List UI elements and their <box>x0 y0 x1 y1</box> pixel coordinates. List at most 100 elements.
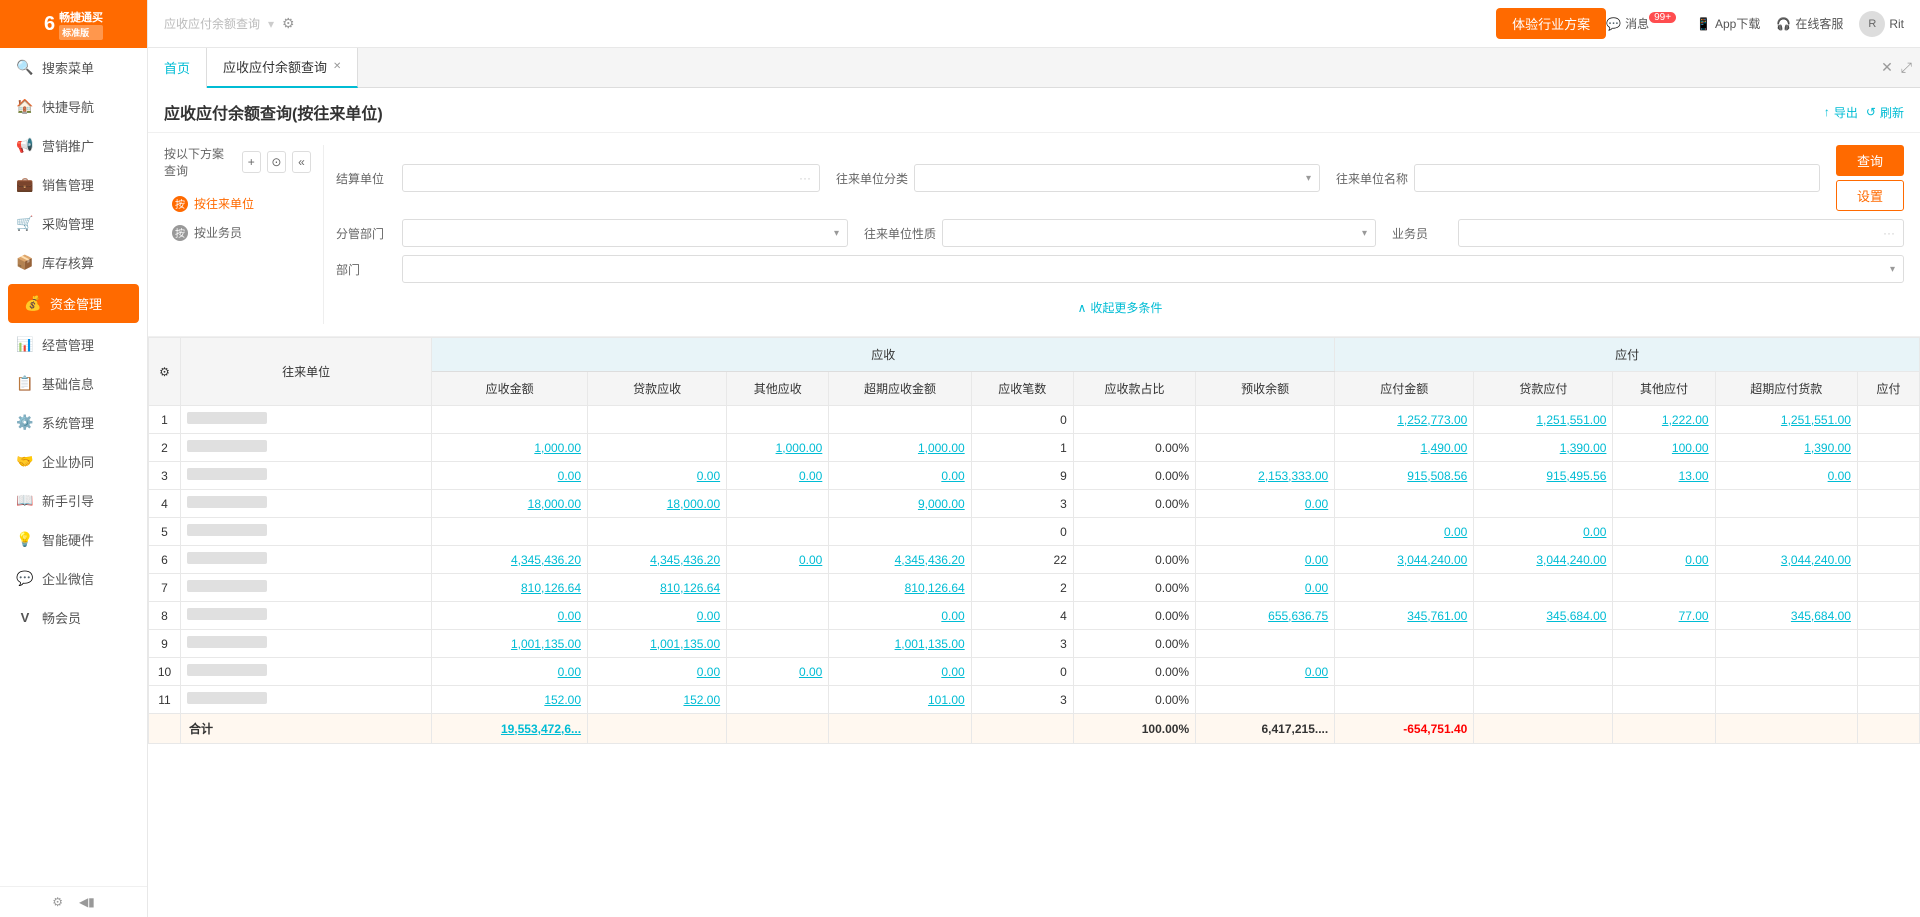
cell-其他应付 <box>1613 518 1715 546</box>
target-filter-btn[interactable]: ⊙ <box>267 151 286 173</box>
sidebar-item-label: 快捷导航 <box>42 97 94 116</box>
filter-input-salesman[interactable]: ··· <box>1458 219 1904 247</box>
sidebar-item-vip[interactable]: V 畅会员 <box>0 598 147 637</box>
cell-应收款占比 <box>1073 518 1195 546</box>
cell-company-name <box>181 462 432 490</box>
cell-贷款应付 <box>1474 658 1613 686</box>
cell-company-name <box>181 518 432 546</box>
cell-company-name <box>181 490 432 518</box>
cell-预收余额: 0.00 <box>1196 490 1335 518</box>
purchase-icon: 🛒 <box>16 215 34 232</box>
table-footer: 合计 19,553,472,6... 100.00% 6,417,215....… <box>149 714 1920 744</box>
filter-item-salesman: 业务员 ··· <box>1392 219 1904 247</box>
cell-extra <box>1857 546 1919 574</box>
cell-贷款应收: 810,126.64 <box>588 574 727 602</box>
collapse-btn[interactable]: ∧ 收起更多条件 <box>1078 295 1163 320</box>
sidebar-item-inventory[interactable]: 📦 库存核算 <box>0 243 147 282</box>
cell-应付金额 <box>1335 658 1474 686</box>
cell-应付金额: 1,252,773.00 <box>1335 406 1474 434</box>
sidebar-item-quicknav[interactable]: 🏠 快捷导航 <box>0 87 147 126</box>
app-download-btn[interactable]: 📱 App下载 <box>1696 15 1760 32</box>
messages-btn[interactable]: 💬 消息 99+ <box>1606 15 1680 32</box>
sidebar-item-sales[interactable]: 💼 销售管理 <box>0 165 147 204</box>
tab-close-icon[interactable]: ✕ <box>333 61 341 72</box>
th-group-payable: 应付 <box>1335 338 1920 372</box>
cell-超期应收金额: 0.00 <box>829 462 971 490</box>
collapse-icon[interactable]: ◀▮ <box>79 895 95 909</box>
filter-label-dept2: 部门 <box>336 261 396 278</box>
sidebar-item-marketing[interactable]: 📢 营销推广 <box>0 126 147 165</box>
tab-home[interactable]: 首页 <box>148 48 207 88</box>
cell-其他应付: 100.00 <box>1613 434 1715 462</box>
top-bar-left: 应收应付余额查询 ▾ ⚙ <box>164 15 1496 32</box>
settings-bottom-icon[interactable]: ⚙ <box>52 895 63 909</box>
sidebar-item-hardware[interactable]: 💡 智能硬件 <box>0 520 147 559</box>
collapse-label: 收起更多条件 <box>1090 299 1162 316</box>
cell-预收余额 <box>1196 434 1335 462</box>
cell-row-num: 11 <box>149 686 181 714</box>
tab-expand-btn[interactable]: ⤢ <box>1901 59 1912 76</box>
filter-dots-salesman: ··· <box>1883 226 1895 240</box>
settings-icon[interactable]: ⚙ <box>282 15 295 32</box>
table-row: 101,252,773.001,251,551.001,222.001,251,… <box>149 406 1920 434</box>
refresh-btn[interactable]: ↺ 刷新 <box>1866 104 1904 121</box>
collab-icon: 🤝 <box>16 453 34 470</box>
cell-其他应收: 0.00 <box>727 462 829 490</box>
export-btn[interactable]: ↑ 导出 <box>1824 104 1858 121</box>
filter-input-nature[interactable]: ▾ <box>942 219 1376 247</box>
cell-其他应付 <box>1613 658 1715 686</box>
collapse-filter-btn[interactable]: « <box>292 151 311 173</box>
sidebar-item-purchase[interactable]: 🛒 采购管理 <box>0 204 147 243</box>
scheme-item-salesman[interactable]: 按 按业务员 <box>164 218 311 247</box>
trial-btn[interactable]: 体验行业方案 <box>1496 8 1606 39</box>
footer-label: 合计 <box>181 714 432 744</box>
sidebar-item-basic[interactable]: 📋 基础信息 <box>0 364 147 403</box>
sidebar-item-finance[interactable]: 💰 资金管理 <box>8 284 139 323</box>
scheme-item-company[interactable]: 按 按往来单位 <box>164 189 311 218</box>
add-filter-btn[interactable]: + <box>242 151 261 173</box>
cell-超期应付货款 <box>1715 686 1857 714</box>
tabs-right: ✕ ⤢ <box>1881 59 1920 76</box>
sidebar-item-search[interactable]: 🔍 搜索菜单 <box>0 48 147 87</box>
sidebar-item-management[interactable]: 📊 经营管理 <box>0 325 147 364</box>
sidebar-item-guide[interactable]: 📖 新手引导 <box>0 481 147 520</box>
cell-row-num: 7 <box>149 574 181 602</box>
sidebar-item-system[interactable]: ⚙️ 系统管理 <box>0 403 147 442</box>
filter-input-company[interactable]: ··· <box>402 164 820 192</box>
cell-超期应付货款 <box>1715 630 1857 658</box>
table-row: 7810,126.64810,126.64810,126.6420.00%0.0… <box>149 574 1920 602</box>
filter-input-category[interactable]: ▾ <box>914 164 1320 192</box>
sidebar-item-collab[interactable]: 🤝 企业协同 <box>0 442 147 481</box>
cell-row-num: 8 <box>149 602 181 630</box>
table-row: 11152.00152.00101.0030.00% <box>149 686 1920 714</box>
filter-arrow-nature: ▾ <box>1362 228 1367 239</box>
cell-预收余额 <box>1196 406 1335 434</box>
footer-other <box>727 714 829 744</box>
search-icon: 🔍 <box>16 59 34 76</box>
set-btn[interactable]: 设置 <box>1836 180 1904 211</box>
table-row: 30.000.000.000.0090.00%2,153,333.00915,5… <box>149 462 1920 490</box>
tab-close-all-btn[interactable]: ✕ <box>1881 59 1893 76</box>
filter-label-dept: 分管部门 <box>336 225 396 242</box>
filter-input-dept2[interactable]: ▾ <box>402 255 1904 283</box>
user-avatar[interactable]: R Rit <box>1859 11 1904 37</box>
sidebar-item-label: 基础信息 <box>42 374 94 393</box>
online-service-btn[interactable]: 🎧 在线客服 <box>1776 15 1843 32</box>
cell-超期应收金额: 0.00 <box>829 658 971 686</box>
tab-arbalance[interactable]: 应收应付余额查询 ✕ <box>207 48 358 88</box>
filter-input-name[interactable] <box>1414 164 1820 192</box>
sidebar-item-label: 新手引导 <box>42 491 94 510</box>
cell-row-num: 6 <box>149 546 181 574</box>
filter-input-dept[interactable]: ▾ <box>402 219 848 247</box>
cell-应收金额: 18,000.00 <box>432 490 588 518</box>
cell-其他应收 <box>727 490 829 518</box>
cell-预收余额: 2,153,333.00 <box>1196 462 1335 490</box>
footer-daikuan <box>588 714 727 744</box>
cell-company-name <box>181 602 432 630</box>
cell-预收余额: 0.00 <box>1196 658 1335 686</box>
cell-应收款占比: 0.00% <box>1073 658 1195 686</box>
cell-贷款应付: 3,044,240.00 <box>1474 546 1613 574</box>
query-btn[interactable]: 查询 <box>1836 145 1904 176</box>
th-settings[interactable]: ⚙ <box>149 338 181 406</box>
sidebar-item-weixin[interactable]: 💬 企业微信 <box>0 559 147 598</box>
